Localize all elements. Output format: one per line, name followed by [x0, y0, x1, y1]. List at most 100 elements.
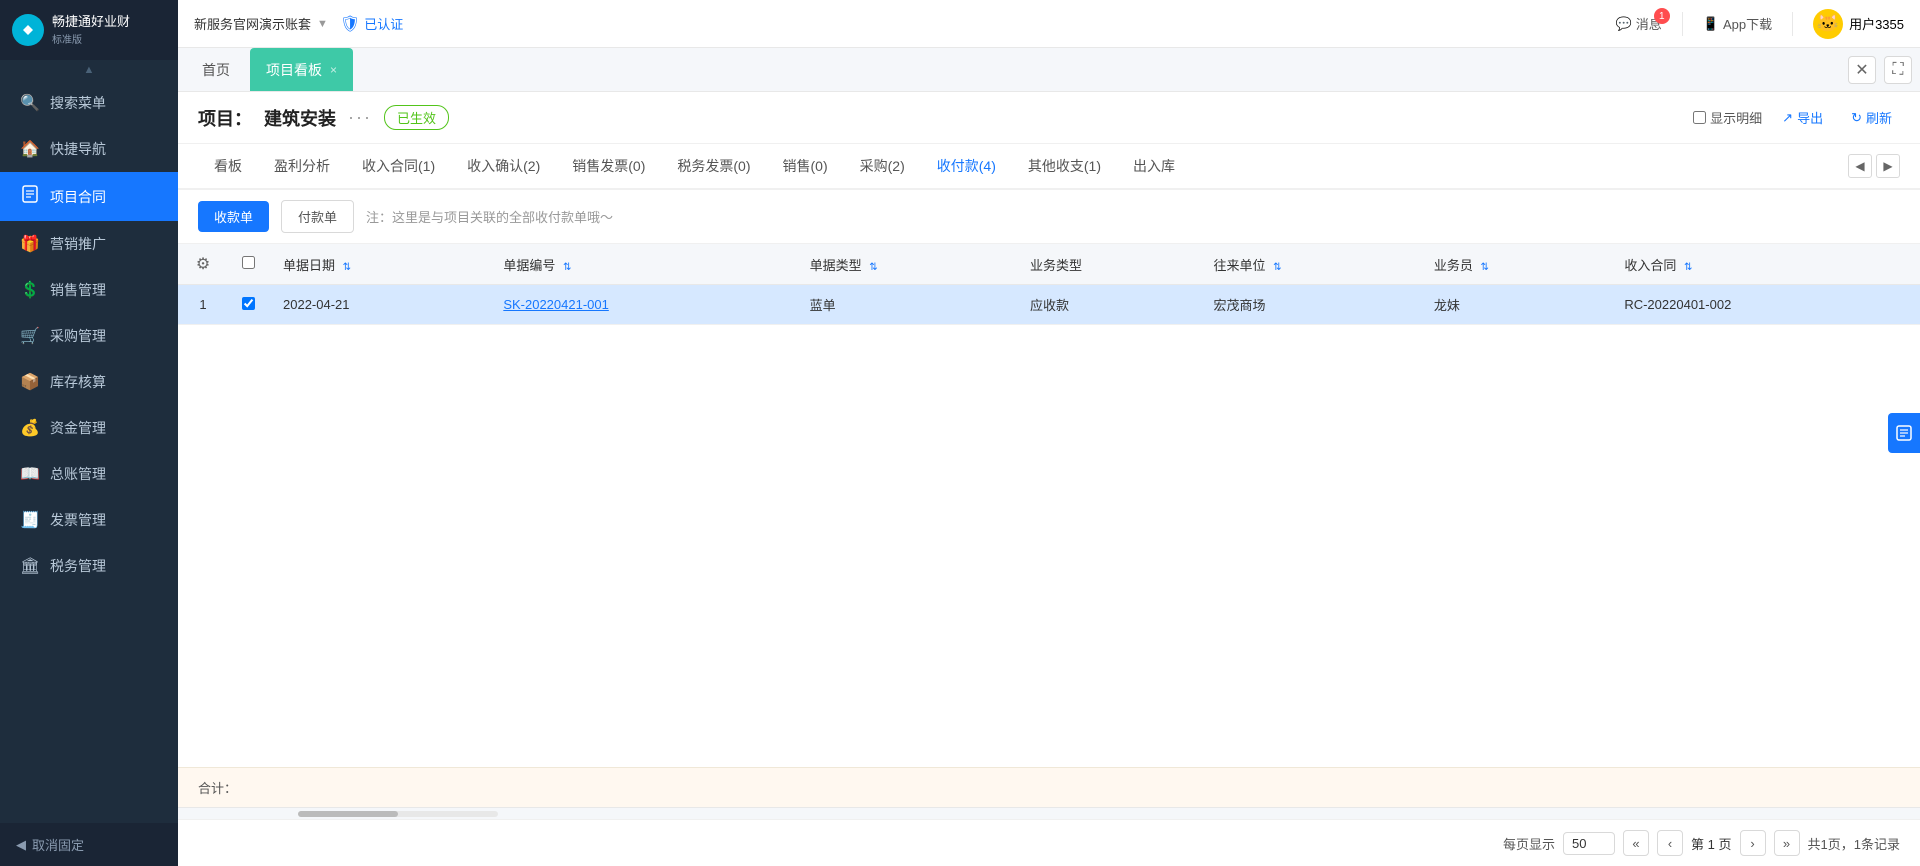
prev-page-button[interactable]: ‹	[1657, 830, 1683, 856]
sidebar-item-search[interactable]: 🔍 搜索菜单	[0, 80, 178, 126]
subtab-sales-invoice[interactable]: 销售发票(0)	[556, 144, 661, 190]
biz-type-column-label: 业务类型	[1030, 258, 1082, 273]
export-button[interactable]: ↗ 导出	[1774, 104, 1831, 131]
sidebar-item-inventory[interactable]: 📦 库存核算	[0, 359, 178, 405]
checkbox-column-header[interactable]	[228, 244, 269, 285]
tab-home[interactable]: 首页	[186, 48, 246, 91]
sidebar-item-tax[interactable]: 🏛 税务管理	[0, 543, 178, 589]
certified-text: 已认证	[364, 14, 403, 33]
close-window-button[interactable]: ✕	[1848, 56, 1876, 84]
show-detail-label: 显示明细	[1710, 108, 1762, 127]
page-size-select[interactable]: 50 100 200	[1563, 832, 1615, 855]
subtab-prev-button[interactable]: ◀	[1848, 154, 1872, 178]
refresh-icon: ↻	[1851, 110, 1862, 126]
user-menu[interactable]: 🐱 用户3355	[1813, 9, 1904, 39]
row-seq: 1	[178, 285, 228, 325]
income-contract-column-header[interactable]: 收入合同 ⇅	[1610, 244, 1920, 285]
subtab-income-confirm[interactable]: 收入确认(2)	[451, 144, 556, 190]
sidebar-item-sales[interactable]: 💲 销售管理	[0, 267, 178, 313]
subtab-in-out[interactable]: 出入库	[1117, 144, 1191, 190]
cancel-pin-button[interactable]: ◀ 取消固定	[0, 823, 178, 866]
avatar: 🐱	[1813, 9, 1843, 39]
sidebar-item-contract-label: 项目合同	[50, 187, 106, 207]
row-checkbox[interactable]	[228, 285, 269, 325]
data-table-container: ⚙ 单据日期 ⇅ 单据编号 ⇅	[178, 244, 1920, 767]
sidebar-item-invoice[interactable]: 🧾 发票管理	[0, 497, 178, 543]
date-column-header[interactable]: 单据日期 ⇅	[269, 244, 489, 285]
type-sort-icon: ⇅	[869, 262, 877, 273]
row-income-contract: RC-20220401-002	[1610, 285, 1920, 325]
box-icon: 📦	[20, 372, 40, 392]
show-detail-input[interactable]	[1693, 111, 1706, 124]
salesperson-column-header[interactable]: 业务员 ⇅	[1420, 244, 1610, 285]
status-badge: 已生效	[384, 105, 449, 130]
sidebar-item-finance[interactable]: 💰 资金管理	[0, 405, 178, 451]
tab-project-board[interactable]: 项目看板 ×	[250, 48, 353, 91]
app-title: 畅捷通好业财	[52, 14, 130, 31]
home-icon: 🏠	[20, 139, 40, 159]
subtab-next-button[interactable]: ▶	[1876, 154, 1900, 178]
first-page-button[interactable]: «	[1623, 830, 1649, 856]
cancel-pin-label: 取消固定	[32, 835, 84, 854]
receipt-filter-button[interactable]: 收款单	[198, 201, 269, 232]
message-icon: 💬	[1616, 16, 1632, 32]
subtab-sales[interactable]: 销售(0)	[767, 144, 844, 190]
row-select-checkbox[interactable]	[242, 297, 255, 310]
filter-note: 注：这里是与项目关联的全部收付款单哦～	[366, 207, 613, 226]
subtab-income-contract[interactable]: 收入合同(1)	[346, 144, 451, 190]
subtab-receipt[interactable]: 收付款(4)	[921, 144, 1012, 190]
table-header-row: ⚙ 单据日期 ⇅ 单据编号 ⇅	[178, 244, 1920, 285]
select-all-checkbox[interactable]	[242, 256, 255, 269]
certified-badge: 🛡 已认证	[340, 14, 403, 34]
subtab-other-expense[interactable]: 其他收支(1)	[1012, 144, 1117, 190]
last-page-button[interactable]: »	[1774, 830, 1800, 856]
refresh-button[interactable]: ↻ 刷新	[1843, 104, 1900, 131]
subtab-profit[interactable]: 盈利分析	[258, 144, 346, 190]
scrollbar-thumb[interactable]	[298, 811, 398, 817]
fullscreen-button[interactable]: ⛶	[1884, 56, 1912, 84]
number-column-header[interactable]: 单据编号 ⇅	[489, 244, 795, 285]
income-contract-column-label: 收入合同	[1624, 258, 1676, 273]
subtab-tax-invoice[interactable]: 税务发票(0)	[661, 144, 766, 190]
sidebar: 畅捷通好业财 标准版 ▲ 🔍 搜索菜单 🏠 快捷导航 项目合同	[0, 0, 178, 866]
row-number[interactable]: SK-20220421-001	[489, 285, 795, 325]
data-table: ⚙ 单据日期 ⇅ 单据编号 ⇅	[178, 244, 1920, 325]
sidebar-item-shortcut[interactable]: 🏠 快捷导航	[0, 126, 178, 172]
table-row[interactable]: 1 2022-04-21 SK-20220421-001 蓝单 应收款 宏茂商场…	[178, 285, 1920, 325]
next-page-button[interactable]: ›	[1740, 830, 1766, 856]
scrollbar-track	[298, 811, 498, 817]
horizontal-scrollbar[interactable]	[178, 807, 1920, 819]
app-download-button[interactable]: 📱 App下载	[1703, 14, 1772, 33]
subtab-purchase[interactable]: 采购(2)	[844, 144, 921, 190]
settings-gear-icon[interactable]: ⚙	[196, 256, 210, 273]
right-action-button[interactable]	[1888, 413, 1920, 453]
payment-filter-button[interactable]: 付款单	[281, 200, 354, 233]
row-number-link[interactable]: SK-20220421-001	[503, 297, 609, 312]
export-icon: ↗	[1782, 110, 1793, 126]
sidebar-item-marketing[interactable]: 🎁 营销推广	[0, 221, 178, 267]
message-button[interactable]: 💬 消息 1	[1616, 14, 1662, 33]
row-partner: 宏茂商场	[1200, 285, 1420, 325]
shield-icon: 🛡	[340, 14, 360, 34]
subtab-kanban[interactable]: 看板	[198, 144, 258, 190]
page-current-label: 第 1 页	[1691, 834, 1732, 853]
export-label: 导出	[1797, 108, 1823, 127]
topbar: 新服务官网演示账套 ▼ 🛡 已认证 💬 消息 1 📱 App下载 🐱 用户335…	[178, 0, 1920, 48]
more-button[interactable]: ···	[348, 107, 372, 128]
show-detail-checkbox[interactable]: 显示明细	[1693, 108, 1762, 127]
row-date: 2022-04-21	[269, 285, 489, 325]
partner-column-header[interactable]: 往来单位 ⇅	[1200, 244, 1420, 285]
sales-icon: 💲	[20, 280, 40, 300]
account-selector[interactable]: 新服务官网演示账套 ▼	[194, 14, 328, 33]
sidebar-item-purchase[interactable]: 🛒 采购管理	[0, 313, 178, 359]
refresh-label: 刷新	[1866, 108, 1892, 127]
type-column-header[interactable]: 单据类型 ⇅	[796, 244, 1016, 285]
sidebar-item-ledger[interactable]: 📖 总账管理	[0, 451, 178, 497]
page-suffix: 页	[1719, 837, 1732, 852]
settings-column-header[interactable]: ⚙	[178, 244, 228, 285]
sidebar-item-contract[interactable]: 项目合同	[0, 172, 178, 221]
scroll-up-arrow[interactable]: ▲	[0, 60, 178, 80]
tab-project-board-close[interactable]: ×	[330, 63, 337, 77]
footer-total-label: 合计：	[198, 778, 237, 797]
topbar-divider-1	[1682, 12, 1683, 36]
